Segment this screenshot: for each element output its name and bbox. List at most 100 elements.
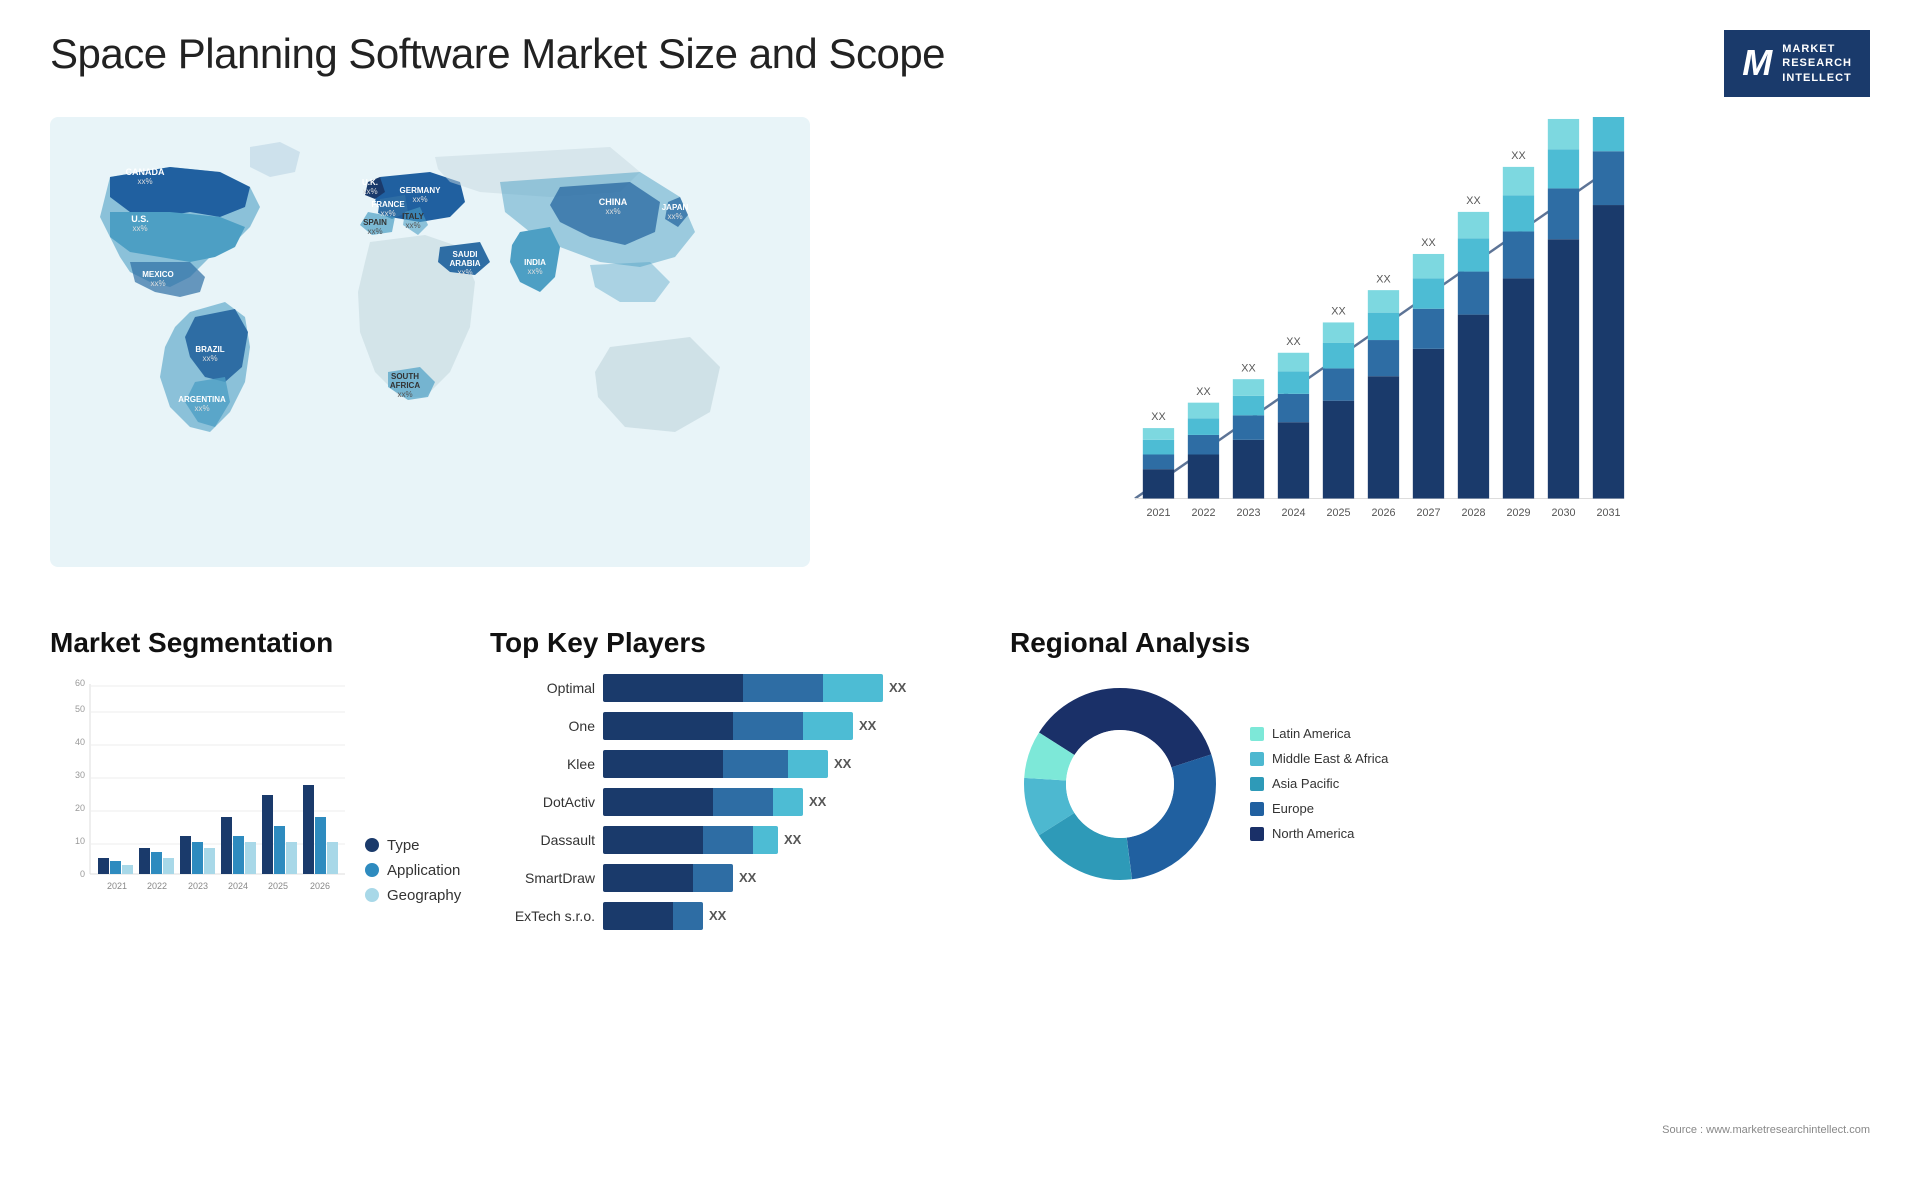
bar-seg2 [673,902,703,930]
svg-text:xx%: xx% [194,404,209,413]
middle-east-label: Middle East & Africa [1272,751,1388,766]
svg-text:2026: 2026 [1372,507,1396,519]
europe-label: Europe [1272,801,1314,816]
type-dot [365,838,379,852]
player-xx: XX [834,756,851,771]
svg-text:BRAZIL: BRAZIL [195,345,224,354]
svg-text:xx%: xx% [405,221,420,230]
player-bar-container: XX [603,788,990,816]
svg-text:ARABIA: ARABIA [449,259,480,268]
svg-text:xx%: xx% [150,279,165,288]
segmentation-section: Market Segmentation 0 10 20 30 40 50 [50,627,470,927]
regional-section: Regional Analysis [1010,627,1870,927]
svg-text:0: 0 [80,869,85,879]
north-america-color [1250,827,1264,841]
world-map: CANADA xx% U.S. xx% MEXICO xx% BRAZIL xx… [50,117,830,577]
svg-text:2023: 2023 [1237,507,1261,519]
player-bar-container: XX [603,826,990,854]
svg-text:2023: 2023 [188,881,208,891]
bar-seg3 [753,826,778,854]
key-players-title: Top Key Players [490,627,990,659]
player-xx: XX [889,680,906,695]
svg-text:SOUTH: SOUTH [391,372,419,381]
legend-application: Application [365,862,461,879]
svg-text:U.S.: U.S. [131,214,149,224]
svg-text:xx%: xx% [457,268,472,277]
bar-seg2 [723,750,788,778]
middle-east-color [1250,752,1264,766]
bar-seg1 [603,902,673,930]
player-bar-container: XX [603,674,990,702]
bar-chart-section: XX 2021 XX 2022 XX [850,117,1870,607]
player-row: Optimal XX [490,674,990,702]
svg-text:SPAIN: SPAIN [363,218,387,227]
svg-text:2024: 2024 [228,881,248,891]
player-bar-container: XX [603,712,990,740]
player-bar [603,864,733,892]
player-bar-container: XX [603,902,990,930]
player-xx: XX [809,794,826,809]
bar-seg1 [603,712,733,740]
segmentation-title: Market Segmentation [50,627,470,659]
player-name: DotActiv [490,794,595,810]
regional-title: Regional Analysis [1010,627,1870,659]
player-row: SmartDraw XX [490,864,990,892]
svg-text:60: 60 [75,678,85,688]
svg-text:40: 40 [75,737,85,747]
svg-text:2027: 2027 [1417,507,1441,519]
player-bar [603,712,853,740]
bar-chart-svg: XX 2021 XX 2022 XX [850,117,1870,567]
key-players-section: Top Key Players Optimal XX [490,627,990,927]
player-bar [603,826,778,854]
logo-letter: M [1742,42,1772,84]
player-name: One [490,718,595,734]
player-bar [603,788,803,816]
player-xx: XX [709,908,726,923]
player-name: ExTech s.r.o. [490,908,595,924]
legend-north-america: North America [1250,826,1388,841]
svg-text:XX: XX [1196,386,1210,398]
svg-text:2021: 2021 [107,881,127,891]
bar-seg1 [603,674,743,702]
svg-text:XX: XX [1331,305,1345,317]
application-dot [365,863,379,877]
bottom-row: Market Segmentation 0 10 20 30 40 50 [50,627,1870,927]
svg-text:XX: XX [1286,336,1300,348]
seg-legend: Type Application Geography [365,837,461,904]
svg-text:XX: XX [1421,237,1435,249]
svg-text:2026: 2026 [310,881,330,891]
svg-text:FRANCE: FRANCE [371,200,405,209]
svg-text:xx%: xx% [137,177,152,186]
svg-text:50: 50 [75,704,85,714]
svg-text:xx%: xx% [412,195,427,204]
seg-chart-wrap: 0 10 20 30 40 50 60 [50,674,470,904]
svg-text:xx%: xx% [397,390,412,399]
player-name: Klee [490,756,595,772]
legend-asia-pacific: Asia Pacific [1250,776,1388,791]
svg-text:xx%: xx% [132,224,147,233]
application-label: Application [387,862,460,879]
bar-seg2 [703,826,753,854]
legend-latin-america: Latin America [1250,726,1388,741]
svg-text:CANADA: CANADA [126,167,165,177]
header: Space Planning Software Market Size and … [50,30,1870,97]
svg-text:10: 10 [75,836,85,846]
svg-text:AFRICA: AFRICA [390,381,420,390]
map-section: CANADA xx% U.S. xx% MEXICO xx% BRAZIL xx… [50,117,830,607]
bar-seg2 [713,788,773,816]
bar-seg2 [743,674,823,702]
asia-pacific-color [1250,777,1264,791]
asia-pacific-label: Asia Pacific [1272,776,1339,791]
player-bar [603,902,703,930]
svg-text:2028: 2028 [1462,507,1486,519]
bar-seg3 [823,674,883,702]
player-row: DotActiv XX [490,788,990,816]
svg-text:ITALY: ITALY [402,212,424,221]
svg-text:xx%: xx% [527,267,542,276]
bar-seg1 [603,788,713,816]
top-row: CANADA xx% U.S. xx% MEXICO xx% BRAZIL xx… [50,117,1870,607]
players-list: Optimal XX One [490,674,990,930]
player-xx: XX [784,832,801,847]
player-name: Dassault [490,832,595,848]
bar-seg3 [788,750,828,778]
